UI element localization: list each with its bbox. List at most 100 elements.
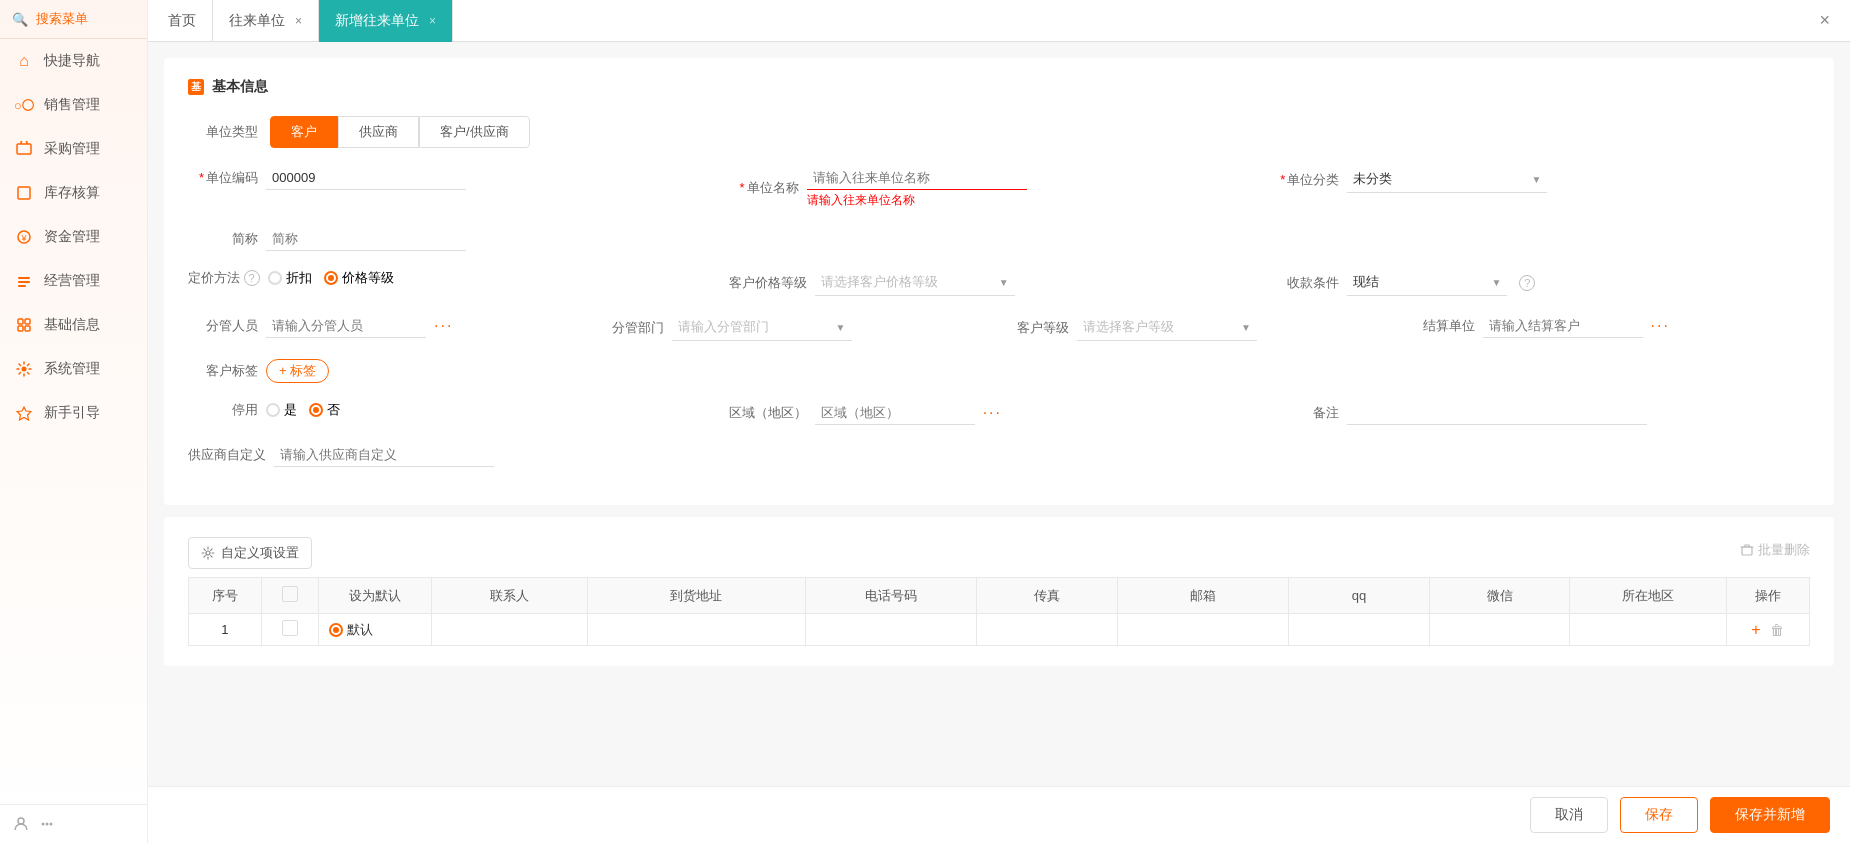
settlement-more-icon[interactable]: ··· (1651, 317, 1670, 335)
sidebar-item-label: 新手引导 (44, 404, 100, 422)
purchase-icon (14, 139, 34, 159)
sidebar-item-basic[interactable]: 基础信息 (0, 303, 147, 347)
unit-category-group: *单位分类 未分类 ▼ (1269, 166, 1810, 193)
sidebar-item-label: 资金管理 (44, 228, 100, 246)
manage-icon (14, 271, 34, 291)
manager-more-icon[interactable]: ··· (434, 317, 453, 335)
payment-help-icon[interactable]: ? (1519, 275, 1535, 291)
type-btn-both[interactable]: 客户/供应商 (419, 116, 530, 148)
section-title-icon: 基 (188, 79, 204, 95)
sidebar-item-guide[interactable]: 新手引导 (0, 391, 147, 435)
disable-label: 停用 (188, 401, 258, 419)
supplier-custom-input[interactable] (274, 443, 494, 467)
tag-add-button[interactable]: + 标签 (266, 359, 329, 383)
unit-category-select[interactable]: 未分类 ▼ (1347, 166, 1547, 193)
select-all-checkbox[interactable] (282, 586, 298, 602)
customer-level-select[interactable]: 请选择客户等级 ▼ (1077, 314, 1257, 341)
sidebar-item-system[interactable]: 系统管理 (0, 347, 147, 391)
pricing-row: 定价方法 ? 折扣 价格等级 (188, 269, 1810, 296)
chevron-down-icon5: ▼ (1241, 322, 1251, 333)
tab-home[interactable]: 首页 (152, 0, 213, 42)
cell-email[interactable] (1117, 614, 1289, 646)
svg-rect-7 (18, 285, 26, 287)
short-name-input[interactable] (266, 227, 466, 251)
tab-new-contact[interactable]: 新增往来单位 × (319, 0, 453, 42)
short-name-row: 简称 (188, 227, 1810, 251)
unit-name-input[interactable] (807, 166, 1027, 190)
disable-region-row: 停用 是 否 区 (188, 401, 1810, 425)
close-window-button[interactable]: × (1803, 0, 1846, 42)
sidebar-item-manage[interactable]: 经营管理 (0, 259, 147, 303)
col-fax: 传真 (977, 578, 1118, 614)
cell-action[interactable]: + 🗑 (1726, 614, 1810, 646)
yes-label: 是 (284, 401, 297, 419)
cell-contact[interactable] (431, 614, 587, 646)
table-row: 1 默认 + 🗑 (189, 614, 1810, 646)
type-btn-customer[interactable]: 客户 (270, 116, 338, 148)
col-action: 操作 (1726, 578, 1810, 614)
sidebar-search[interactable]: 搜索菜单 (0, 0, 147, 39)
unit-code-input[interactable] (266, 166, 466, 190)
radio-yes[interactable]: 是 (266, 401, 297, 419)
radio-discount[interactable]: 折扣 (268, 269, 312, 287)
delete-row-icon[interactable]: 🗑 (1770, 622, 1784, 638)
region-more-icon[interactable]: ··· (983, 404, 1002, 422)
radio-no[interactable]: 否 (309, 401, 340, 419)
add-row-icon[interactable]: + (1751, 621, 1760, 638)
sidebar-item-purchase[interactable]: 采购管理 (0, 127, 147, 171)
cell-address[interactable] (587, 614, 805, 646)
dept-placeholder: 请输入分管部门 (678, 318, 769, 336)
sidebar-item-sales[interactable]: 销售管理 (0, 83, 147, 127)
cell-region[interactable] (1570, 614, 1726, 646)
save-new-button[interactable]: 保存并新增 (1710, 797, 1830, 833)
region-group: 区域（地区） ··· (729, 401, 1270, 425)
sidebar-item-finance[interactable]: ¥ 资金管理 (0, 215, 147, 259)
region-input[interactable] (815, 401, 975, 425)
payment-terms-select[interactable]: 现结 ▼ (1347, 269, 1507, 296)
close-contacts-icon[interactable]: × (295, 14, 302, 28)
radio-price-level-label: 价格等级 (342, 269, 394, 287)
cell-fax[interactable] (977, 614, 1118, 646)
sidebar-item-quick-nav[interactable]: 快捷导航 (0, 39, 147, 83)
contact-table: 序号 设为默认 联系人 到货地址 电话号码 传真 邮箱 qq 微信 所在地区 (188, 577, 1810, 646)
cell-default[interactable]: 默认 (318, 614, 431, 646)
settlement-input[interactable] (1483, 314, 1643, 338)
footer: 取消 保存 保存并新增 (148, 786, 1850, 843)
delete-icon (1740, 543, 1754, 557)
svg-point-0 (23, 100, 34, 111)
unit-name-error: 请输入往来单位名称 (807, 192, 1027, 209)
unit-type-group: 单位类型 客户 供应商 客户/供应商 (188, 116, 530, 148)
customer-price-level-select[interactable]: 请选择客户价格等级 ▼ (815, 269, 1015, 296)
unit-category-value: 未分类 (1353, 170, 1392, 188)
cancel-button[interactable]: 取消 (1530, 797, 1608, 833)
unit-name-group: *单位名称 请输入往来单位名称 (729, 166, 1270, 209)
tag-label: 客户标签 (188, 362, 258, 380)
radio-price-level[interactable]: 价格等级 (324, 269, 394, 287)
cell-checkbox[interactable] (261, 614, 318, 646)
customer-price-level-label: 客户价格等级 (729, 274, 807, 292)
help-icon[interactable]: ? (244, 270, 260, 286)
gear-icon (201, 546, 215, 560)
manager-input[interactable] (266, 314, 426, 338)
tab-contacts[interactable]: 往来单位 × (213, 0, 319, 42)
sidebar-item-label: 系统管理 (44, 360, 100, 378)
type-btn-supplier[interactable]: 供应商 (338, 116, 419, 148)
disable-radio-group: 是 否 (266, 401, 340, 419)
sidebar-item-stock[interactable]: 库存核算 (0, 171, 147, 215)
cell-qq[interactable] (1289, 614, 1430, 646)
svg-point-16 (46, 823, 49, 826)
save-button[interactable]: 保存 (1620, 797, 1698, 833)
search-label: 搜索菜单 (36, 10, 88, 28)
close-new-contact-icon[interactable]: × (429, 14, 436, 28)
tag-group: 客户标签 + 标签 (188, 359, 1810, 383)
cell-phone[interactable] (805, 614, 977, 646)
payment-terms-group: 收款条件 现结 ▼ ? (1269, 269, 1810, 296)
dept-select[interactable]: 请输入分管部门 ▼ (672, 314, 852, 341)
radio-circle-price-level (324, 271, 338, 285)
customer-price-level-placeholder: 请选择客户价格等级 (821, 273, 938, 291)
radio-circle-no (309, 403, 323, 417)
remark-input[interactable] (1347, 401, 1647, 425)
radio-dot-no (313, 407, 319, 413)
cell-wechat[interactable] (1429, 614, 1570, 646)
custom-settings-button[interactable]: 自定义项设置 (188, 537, 312, 569)
